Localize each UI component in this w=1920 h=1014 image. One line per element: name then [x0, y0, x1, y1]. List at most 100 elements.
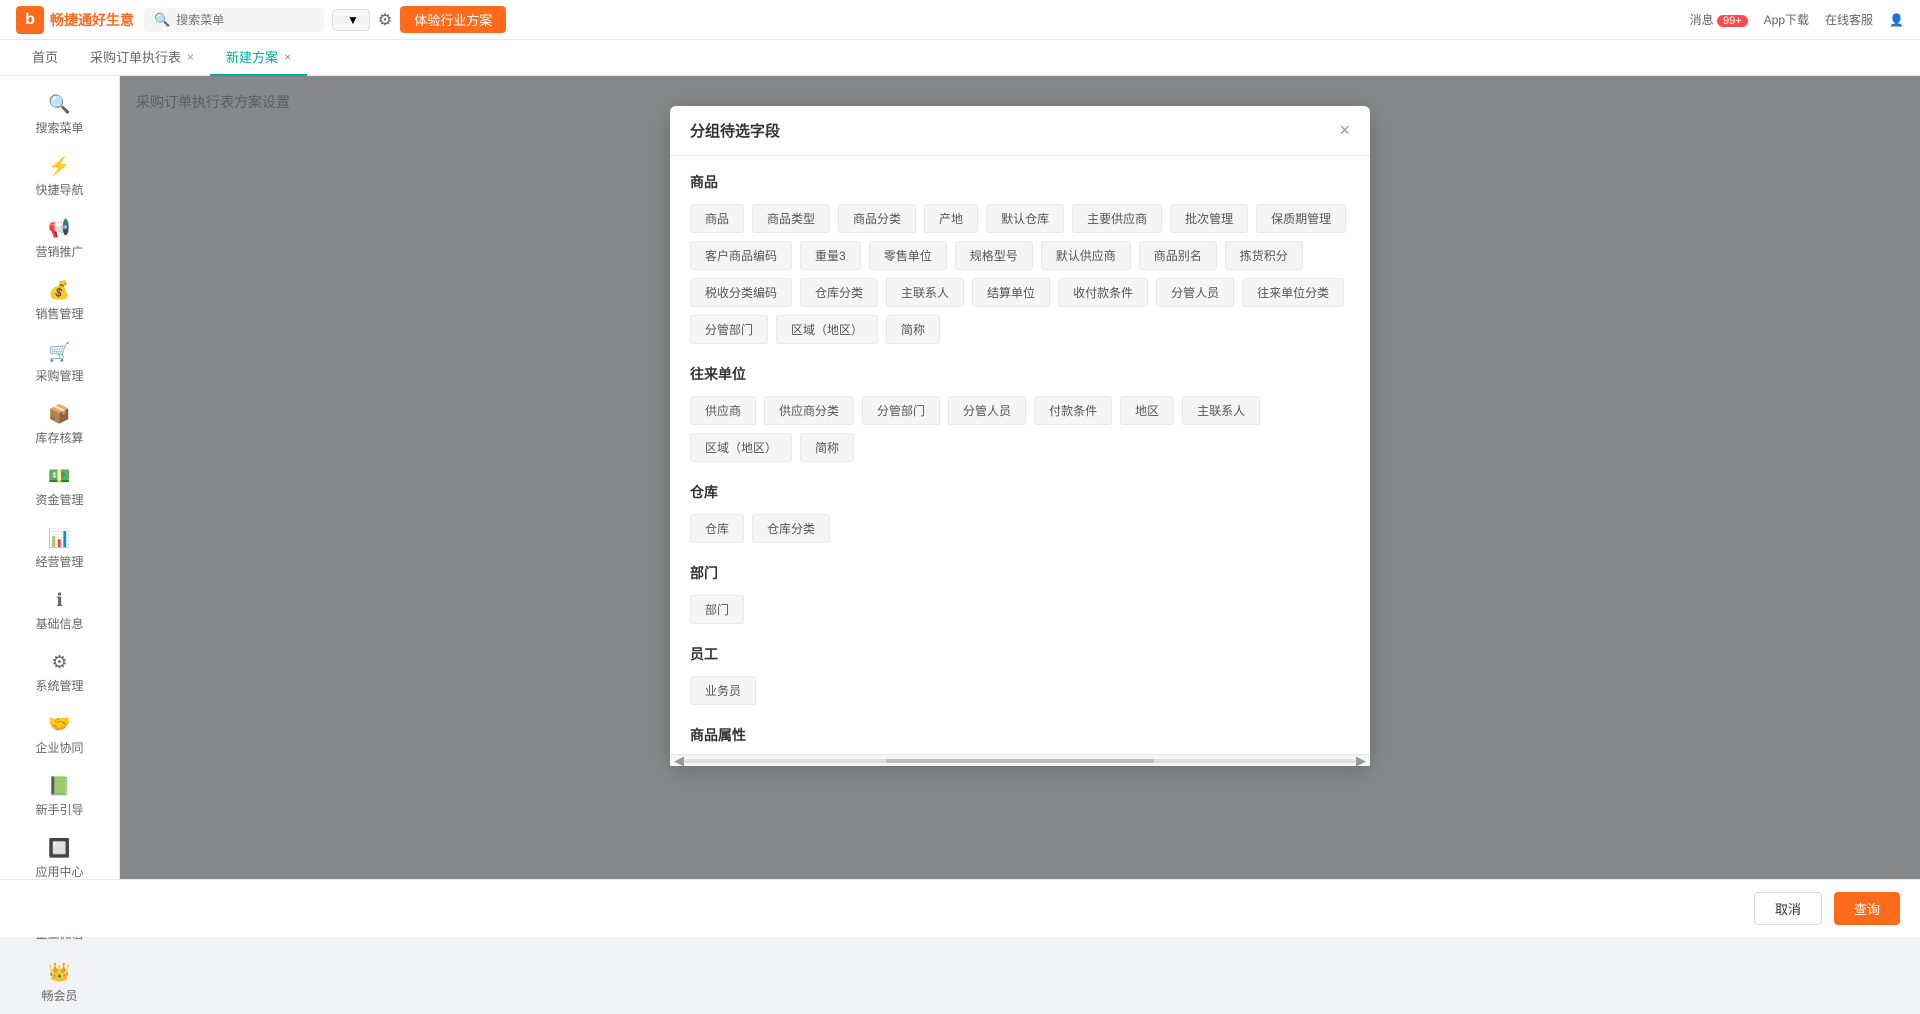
- tag-area[interactable]: 地区: [1120, 396, 1174, 425]
- sidebar-item-guide-label: 新手引导: [35, 801, 83, 818]
- sidebar-item-search[interactable]: 🔍 搜索菜单: [0, 84, 119, 146]
- sidebar-item-sales[interactable]: 💰 销售管理: [0, 270, 119, 332]
- sidebar-item-system[interactable]: ⚙ 系统管理: [0, 642, 119, 704]
- tag-supplier-category[interactable]: 供应商分类: [764, 396, 854, 425]
- sidebar-item-inventory[interactable]: 📦 库存核算: [0, 394, 119, 456]
- sidebar-item-purchase[interactable]: 🛒 采购管理: [0, 332, 119, 394]
- tag-warehouse-category[interactable]: 仓库分类: [800, 278, 878, 307]
- online-service-link[interactable]: 在线客服: [1825, 11, 1873, 28]
- tag-short-name[interactable]: 简称: [886, 315, 940, 344]
- basic-info-icon: ℹ: [56, 590, 63, 611]
- tag-settlement-unit[interactable]: 结算单位: [972, 278, 1050, 307]
- tag-retail-unit[interactable]: 零售单位: [869, 241, 947, 270]
- tag-partner-main-contact[interactable]: 主联系人: [1182, 396, 1260, 425]
- sidebar-item-inventory-label: 库存核算: [35, 429, 83, 446]
- sidebar-item-member[interactable]: 👑 畅会员: [0, 952, 119, 1014]
- tag-supervisor[interactable]: 分管人员: [1156, 278, 1234, 307]
- sidebar-item-sales-label: 销售管理: [35, 305, 83, 322]
- tag-payment-terms[interactable]: 收付款条件: [1058, 278, 1148, 307]
- tag-goods-category[interactable]: 商品分类: [838, 204, 916, 233]
- sidebar-item-collab[interactable]: 🤝 企业协同: [0, 704, 119, 766]
- sidebar-item-operations-label: 经营管理: [35, 553, 83, 570]
- section-employee: 员工 业务员: [690, 644, 1350, 705]
- system-icon: ⚙: [51, 652, 67, 673]
- section-partner-tags: 供应商 供应商分类 分管部门 分管人员 付款条件 地区 主联系人 区域（地区） …: [690, 396, 1350, 462]
- member-icon: 👑: [48, 962, 70, 983]
- gear-icon[interactable]: ⚙: [378, 10, 392, 30]
- purchase-icon: 🛒: [48, 342, 70, 363]
- tag-main-supplier[interactable]: 主要供应商: [1072, 204, 1162, 233]
- tab-bar: 首页 采购订单执行表 × 新建方案 ×: [0, 40, 1920, 76]
- footer-bar: 取消 查询: [0, 879, 1920, 937]
- tag-partner-supervisor[interactable]: 分管人员: [948, 396, 1026, 425]
- scroll-right-arrow[interactable]: ▶: [1356, 753, 1366, 769]
- tag-spec-model[interactable]: 规格型号: [955, 241, 1033, 270]
- dropdown-btn[interactable]: ▼: [332, 9, 370, 31]
- scroll-track: [684, 759, 1356, 763]
- logo-icon: b: [16, 6, 44, 34]
- tag-sales-staff[interactable]: 业务员: [690, 676, 756, 705]
- tag-payment-condition[interactable]: 付款条件: [1034, 396, 1112, 425]
- sidebar-item-operations[interactable]: 📊 经营管理: [0, 518, 119, 580]
- avatar[interactable]: 👤: [1889, 13, 1904, 27]
- notification-area[interactable]: 消息 99+: [1690, 11, 1748, 28]
- tab-home[interactable]: 首页: [16, 40, 74, 76]
- tag-pick-points[interactable]: 拣货积分: [1225, 241, 1303, 270]
- section-partner: 往来单位 供应商 供应商分类 分管部门 分管人员 付款条件 地区 主联系人 区域…: [690, 364, 1350, 462]
- tag-origin[interactable]: 产地: [924, 204, 978, 233]
- inventory-icon: 📦: [48, 404, 70, 425]
- tag-partner-dept[interactable]: 分管部门: [862, 396, 940, 425]
- sidebar-item-marketing-label: 营销推广: [35, 243, 83, 260]
- tag-goods-type[interactable]: 商品类型: [752, 204, 830, 233]
- sidebar-item-finance-label: 资金管理: [35, 491, 83, 508]
- tag-customer-sku[interactable]: 客户商品编码: [690, 241, 792, 270]
- modal-close-icon[interactable]: ×: [1339, 120, 1350, 141]
- sidebar-item-quick-nav[interactable]: ⚡ 快捷导航: [0, 146, 119, 208]
- tab-new-plan-close-icon[interactable]: ×: [284, 50, 291, 64]
- tag-quality-mgmt[interactable]: 保质期管理: [1256, 204, 1346, 233]
- collab-icon: 🤝: [48, 714, 70, 735]
- top-header: b 畅捷通好生意 🔍 ▼ ⚙ 体验行业方案 消息 99+ App下载 在线客服 …: [0, 0, 1920, 40]
- tag-warehouse[interactable]: 仓库: [690, 514, 744, 543]
- try-button[interactable]: 体验行业方案: [400, 6, 506, 33]
- confirm-button[interactable]: 查询: [1834, 892, 1900, 925]
- sidebar-item-basic-info-label: 基础信息: [35, 615, 83, 632]
- tag-batch-mgmt[interactable]: 批次管理: [1170, 204, 1248, 233]
- tag-goods-alias[interactable]: 商品别名: [1139, 241, 1217, 270]
- tag-default-supplier[interactable]: 默认供应商: [1041, 241, 1131, 270]
- cancel-button[interactable]: 取消: [1754, 892, 1822, 925]
- sidebar-item-basic-info[interactable]: ℹ 基础信息: [0, 580, 119, 642]
- search-bar[interactable]: 🔍: [144, 8, 324, 32]
- tag-weight[interactable]: 重量3: [800, 241, 861, 270]
- tag-default-warehouse[interactable]: 默认仓库: [986, 204, 1064, 233]
- tag-dept-managed[interactable]: 分管部门: [690, 315, 768, 344]
- sidebar-item-marketing[interactable]: 📢 营销推广: [0, 208, 119, 270]
- tag-goods-item[interactable]: 商品: [690, 204, 744, 233]
- section-warehouse-tags: 仓库 仓库分类: [690, 514, 1350, 543]
- search-input[interactable]: [176, 13, 296, 27]
- tab-new-plan-label: 新建方案: [226, 47, 278, 66]
- guide-icon: 📗: [48, 776, 70, 797]
- tab-home-label: 首页: [32, 47, 58, 66]
- sidebar-item-search-label: 搜索菜单: [35, 119, 83, 136]
- modal-title: 分组待选字段: [690, 120, 780, 141]
- tag-supplier[interactable]: 供应商: [690, 396, 756, 425]
- tab-purchase-exec[interactable]: 采购订单执行表 ×: [74, 40, 210, 76]
- tag-dept[interactable]: 部门: [690, 595, 744, 624]
- tab-purchase-close-icon[interactable]: ×: [187, 50, 194, 64]
- tag-tax-code[interactable]: 税收分类编码: [690, 278, 792, 307]
- tag-partner-category[interactable]: 往来单位分类: [1242, 278, 1344, 307]
- tag-partner-short-name[interactable]: 简称: [800, 433, 854, 462]
- tag-main-contact[interactable]: 主联系人: [886, 278, 964, 307]
- sidebar-item-finance[interactable]: 💵 资金管理: [0, 456, 119, 518]
- tab-new-plan[interactable]: 新建方案 ×: [210, 40, 307, 76]
- app-download-link[interactable]: App下载: [1764, 11, 1809, 28]
- section-goods-attr-title: 商品属性: [690, 725, 1350, 745]
- tag-warehouse-class[interactable]: 仓库分类: [752, 514, 830, 543]
- tag-partner-region[interactable]: 区域（地区）: [690, 433, 792, 462]
- scroll-left-arrow[interactable]: ◀: [674, 753, 684, 769]
- modal-body: 商品 商品 商品类型 商品分类 产地 默认仓库 主要供应商 批次管理 保质期管理…: [670, 156, 1370, 754]
- tag-region-district[interactable]: 区域（地区）: [776, 315, 878, 344]
- sidebar-item-guide[interactable]: 📗 新手引导: [0, 766, 119, 828]
- modal-scrollbar[interactable]: ◀ ▶: [670, 754, 1370, 766]
